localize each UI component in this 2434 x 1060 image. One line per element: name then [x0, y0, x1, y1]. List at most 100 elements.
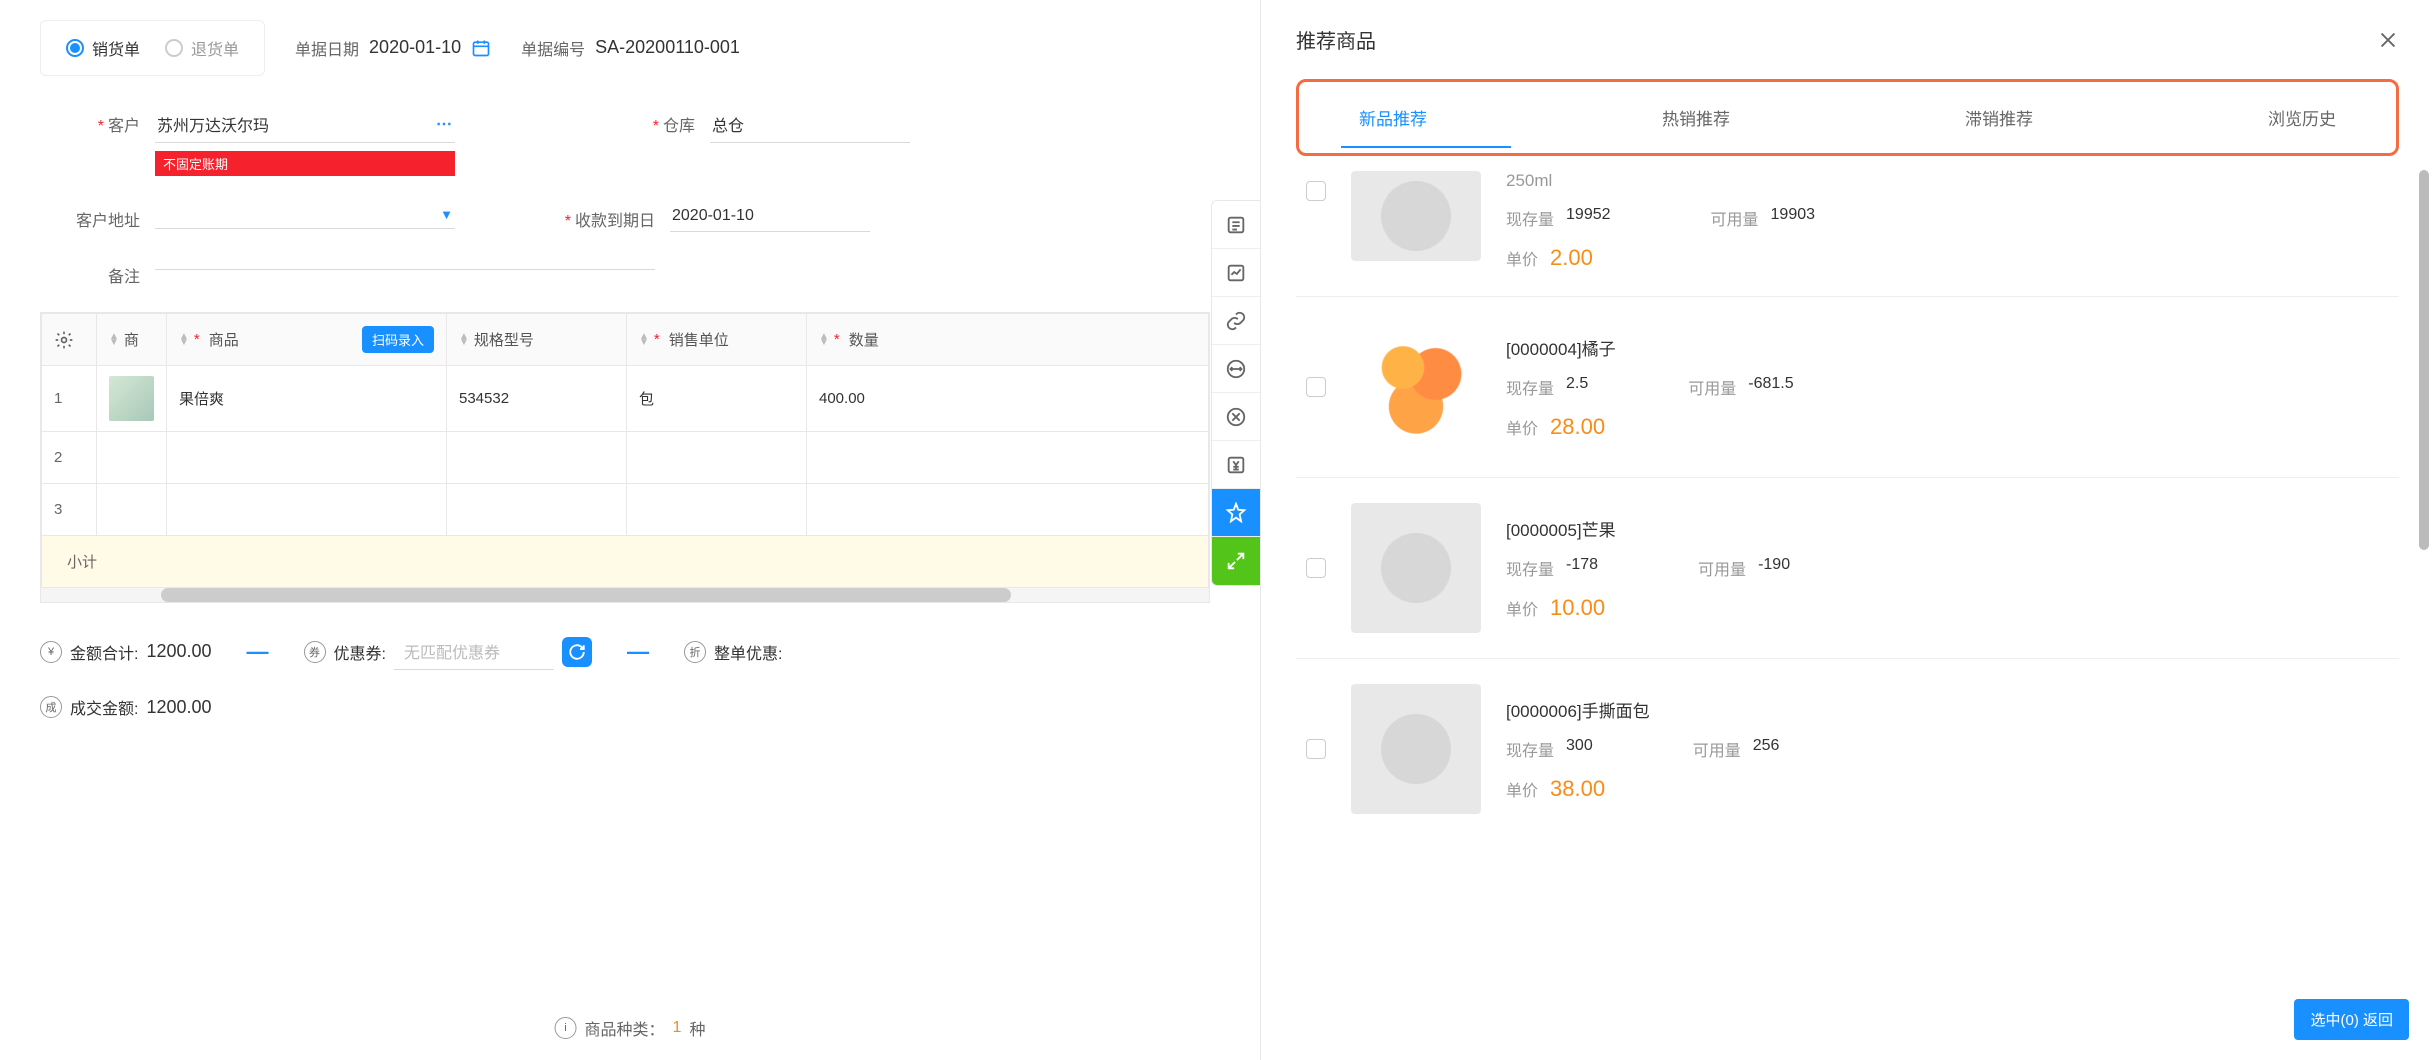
coupon-icon: 券 — [304, 641, 326, 663]
close-button[interactable] — [2377, 29, 2399, 51]
sales-order-radio[interactable]: 销货单 — [66, 36, 140, 60]
table-settings-header[interactable] — [42, 314, 97, 366]
customer-lookup-icon[interactable]: ⋯ — [436, 114, 453, 134]
chevron-down-icon: ▼ — [440, 207, 453, 222]
item-checkbox[interactable] — [1306, 558, 1326, 578]
col-spec[interactable]: ▲▼规格型号 — [447, 314, 627, 366]
radio-icon — [66, 39, 84, 57]
item-checkbox[interactable] — [1306, 377, 1326, 397]
recommend-title: 推荐商品 — [1296, 25, 1376, 54]
cell-qty[interactable]: 400.00 — [807, 366, 1209, 432]
list-item: 250ml 现存量19952 可用量19903 单价2.00 — [1296, 171, 2399, 297]
price-value: 28.00 — [1550, 414, 1605, 440]
recommend-list[interactable]: 250ml 现存量19952 可用量19903 单价2.00 [0000004]… — [1261, 171, 2434, 1060]
stock-label: 现存量 — [1506, 206, 1554, 230]
yen-icon: ¥ — [40, 641, 62, 663]
side-list-button[interactable] — [1212, 201, 1260, 249]
select-return-button[interactable]: 选中(0) 返回 — [2294, 999, 2409, 1040]
col-product[interactable]: ▲▼*商品扫码录入 — [167, 314, 447, 366]
sales-order-label: 销货单 — [92, 36, 140, 60]
whole-discount-label: 整单优惠: — [714, 640, 782, 664]
product-image — [1351, 171, 1481, 261]
return-order-radio[interactable]: 退货单 — [165, 36, 239, 60]
coupon-label: 优惠券: — [334, 640, 386, 664]
side-favorite-button[interactable] — [1212, 489, 1260, 537]
table-row[interactable]: 3 — [42, 484, 1209, 536]
side-link-button[interactable] — [1212, 297, 1260, 345]
kinds-unit: 种 — [689, 1016, 705, 1040]
table-row[interactable]: 1 果倍爽 534532 包 400.00 — [42, 366, 1209, 432]
sum-label: 金额合计: — [70, 640, 138, 664]
col-unit[interactable]: ▲▼*销售单位 — [627, 314, 807, 366]
vertical-scrollbar[interactable] — [2419, 170, 2429, 550]
customer-input[interactable]: 苏州万达沃尔玛 ⋯ — [155, 106, 455, 143]
kinds-value: 1 — [673, 1019, 682, 1037]
item-checkbox[interactable] — [1306, 181, 1326, 201]
customer-label: *客户 — [40, 106, 140, 136]
col-qty[interactable]: ▲▼*数量 — [807, 314, 1209, 366]
calendar-icon[interactable] — [471, 38, 491, 58]
stock-label: 现存量 — [1506, 375, 1554, 399]
row-index: 2 — [42, 432, 97, 484]
account-period-badge: 不固定账期 — [155, 151, 455, 176]
swap-icon — [1225, 358, 1247, 380]
side-swap-button[interactable] — [1212, 345, 1260, 393]
minus-icon: — — [627, 639, 649, 665]
item-name: [0000005]芒果 — [1506, 516, 2389, 541]
price-value: 2.00 — [1550, 245, 1593, 271]
stock-value: 19952 — [1566, 206, 1611, 230]
warehouse-value: 总仓 — [712, 112, 744, 136]
cell-spec[interactable]: 534532 — [447, 366, 627, 432]
refresh-icon — [568, 643, 586, 661]
due-date-input[interactable]: 2020-01-10 — [670, 201, 870, 232]
price-label: 单价 — [1506, 246, 1538, 270]
minus-icon: — — [247, 639, 269, 665]
row-index: 3 — [42, 484, 97, 536]
coupon-input[interactable]: 无匹配优惠券 — [394, 633, 554, 670]
doc-number-value: SA-20200110-001 — [595, 33, 740, 63]
col-prod-thumb[interactable]: ▲▼商 — [97, 314, 167, 366]
address-label: 客户地址 — [40, 201, 140, 231]
row-index: 1 — [42, 366, 97, 432]
tab-history[interactable]: 浏览历史 — [2238, 90, 2366, 145]
tab-new[interactable]: 新品推荐 — [1329, 90, 1457, 145]
subtotal-label: 小计 — [42, 536, 1209, 588]
side-currency-button[interactable] — [1212, 441, 1260, 489]
due-date-value: 2020-01-10 — [672, 207, 754, 225]
deal-label: 成交金额: — [70, 695, 138, 719]
table-row[interactable]: 2 — [42, 432, 1209, 484]
stock-label: 现存量 — [1506, 737, 1554, 761]
customer-value: 苏州万达沃尔玛 — [157, 112, 269, 136]
side-delete-button[interactable] — [1212, 393, 1260, 441]
item-name: 250ml — [1506, 171, 2389, 191]
close-icon — [2377, 29, 2399, 51]
scan-input-badge[interactable]: 扫码录入 — [362, 326, 434, 353]
link-icon — [1225, 310, 1247, 332]
horizontal-scrollbar[interactable] — [41, 588, 1209, 602]
deal-value: 1200.00 — [146, 697, 211, 718]
star-icon — [1225, 502, 1247, 524]
sum-value: 1200.00 — [146, 641, 211, 662]
item-checkbox[interactable] — [1306, 739, 1326, 759]
doc-date-value[interactable]: 2020-01-10 — [369, 33, 461, 63]
recommend-panel: 推荐商品 新品推荐 热销推荐 滞销推荐 浏览历史 250ml — [1260, 0, 2434, 1060]
cell-unit[interactable]: 包 — [627, 366, 807, 432]
price-value: 38.00 — [1550, 776, 1605, 802]
address-select[interactable]: ▼ — [155, 201, 455, 229]
side-toolbar — [1211, 200, 1260, 586]
product-kinds-summary: i 商品种类： 1 种 — [555, 1016, 706, 1040]
remark-input[interactable] — [155, 257, 655, 270]
product-image — [1351, 322, 1481, 452]
info-icon: i — [555, 1017, 577, 1039]
delete-icon — [1225, 406, 1247, 428]
item-name: [0000006]手撕面包 — [1506, 697, 2389, 722]
side-expand-button[interactable] — [1212, 537, 1260, 585]
tab-hot[interactable]: 热销推荐 — [1632, 90, 1760, 145]
line-items-table: ▲▼商 ▲▼*商品扫码录入 ▲▼规格型号 ▲▼*销售单位 ▲▼*数量 1 果倍爽… — [40, 312, 1210, 603]
warehouse-input[interactable]: 总仓 — [710, 106, 910, 143]
tab-slow[interactable]: 滞销推荐 — [1935, 90, 2063, 145]
cell-product[interactable]: 果倍爽 — [167, 366, 447, 432]
side-chart-button[interactable] — [1212, 249, 1260, 297]
refresh-coupon-button[interactable] — [562, 637, 592, 667]
available-value: -190 — [1758, 556, 1790, 580]
